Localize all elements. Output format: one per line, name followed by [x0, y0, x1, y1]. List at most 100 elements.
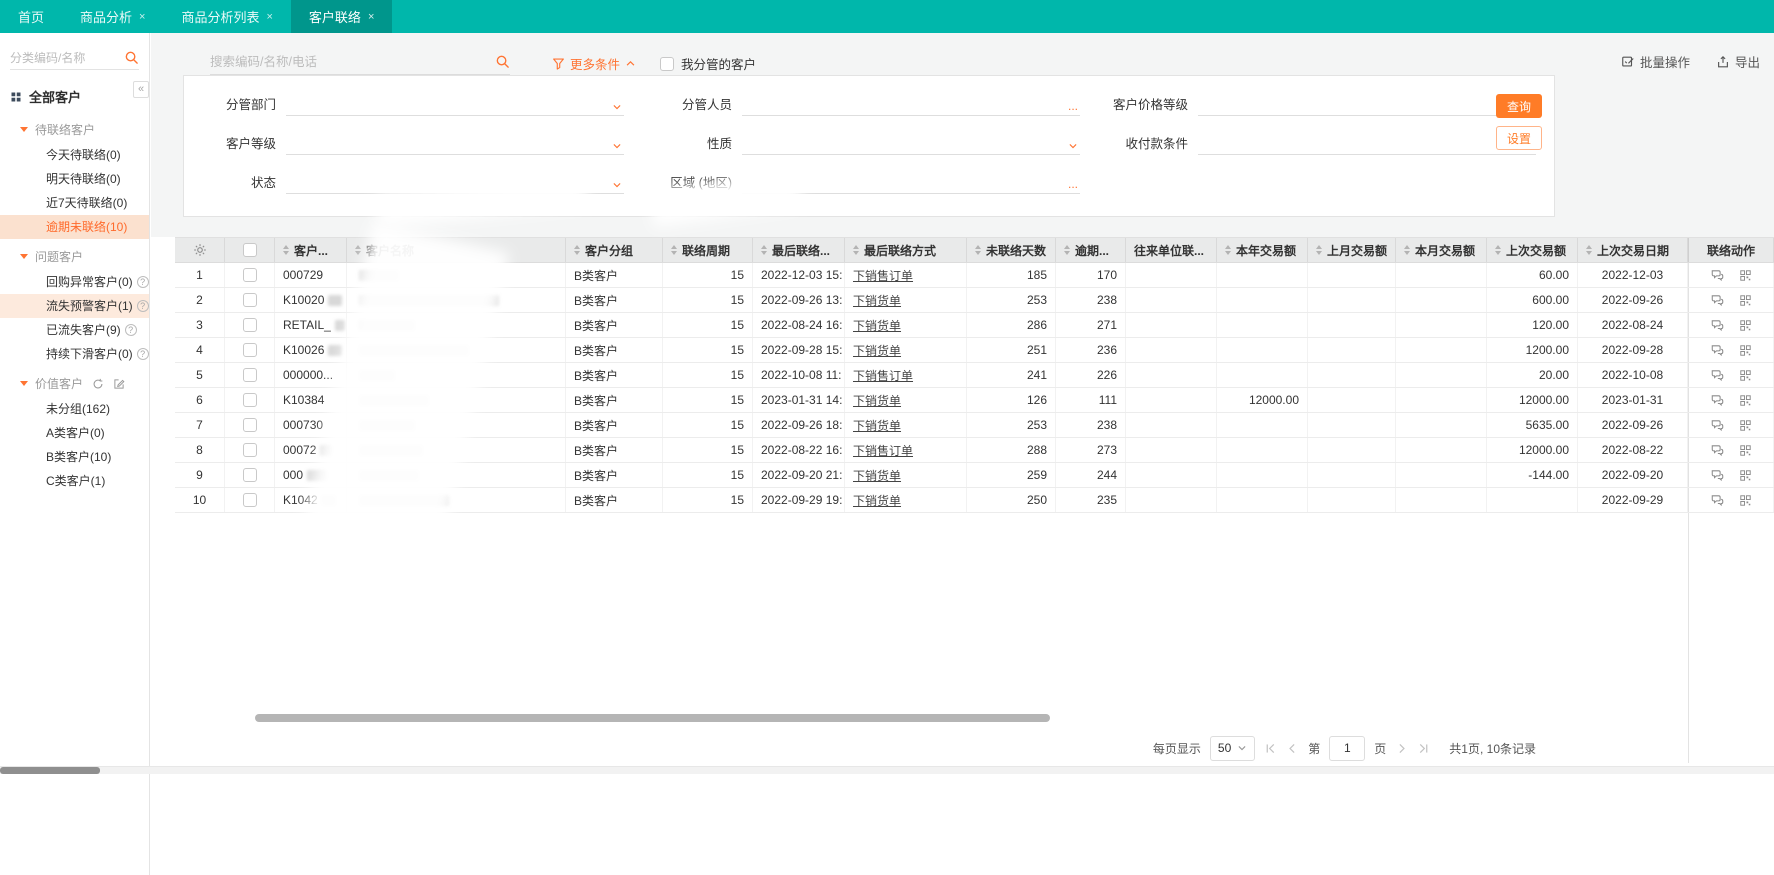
contact-grid-icon[interactable]	[1739, 494, 1752, 507]
col-header-rownum[interactable]	[175, 238, 225, 262]
contact-grid-icon[interactable]	[1739, 319, 1752, 332]
more-conditions-toggle[interactable]: 更多条件	[552, 54, 636, 73]
prev-page-button[interactable]	[1286, 742, 1299, 755]
column-settings-gear-icon[interactable]	[193, 243, 207, 257]
tree-item-未分组(162)[interactable]: 未分组(162)	[0, 397, 149, 421]
tree-item-持续下滑客户(0)[interactable]: 持续下滑客户(0)?	[0, 342, 149, 366]
filter-input-区域 (地区)[interactable]: ...	[742, 170, 1080, 194]
col-header-overdue[interactable]: 逾期...	[1056, 238, 1126, 262]
col-header-cycle[interactable]: 联络周期	[663, 238, 753, 262]
tab-close-icon[interactable]: ×	[368, 11, 374, 23]
row-checkbox[interactable]	[242, 268, 257, 282]
col-header-days[interactable]: 未联络天数	[967, 238, 1056, 262]
ellipsis-lookup-icon[interactable]: ...	[1068, 100, 1078, 112]
col-header-last_contact[interactable]: 最后联络...	[753, 238, 845, 262]
contact-chat-icon[interactable]	[1710, 393, 1725, 407]
page-input[interactable]	[1329, 735, 1366, 761]
row-checkbox[interactable]	[242, 343, 257, 357]
contact-chat-icon[interactable]	[1710, 418, 1725, 432]
row-checkbox[interactable]	[242, 418, 257, 432]
filter-input-收付款条件[interactable]	[1198, 131, 1536, 155]
tree-item-已流失客户(9)[interactable]: 已流失客户(9)?	[0, 318, 149, 342]
contact-chat-icon[interactable]	[1710, 493, 1725, 507]
tree-item-近7天待联络(0)[interactable]: 近7天待联络(0)	[0, 191, 149, 215]
tab-商品分析[interactable]: 商品分析 ×	[62, 0, 163, 33]
contact-chat-icon[interactable]	[1710, 468, 1725, 482]
contact-method-link[interactable]: 下销售订单	[853, 442, 913, 459]
my-customers-checkbox[interactable]	[660, 56, 674, 71]
search-icon[interactable]	[495, 54, 510, 69]
contact-method-link[interactable]: 下销售订单	[853, 267, 913, 284]
tree-item-逾期未联络(10)[interactable]: 逾期未联络(10)	[0, 215, 149, 239]
col-header-last_date[interactable]: 上次交易日期	[1578, 238, 1688, 262]
filter-input-状态[interactable]	[286, 170, 624, 194]
tab-close-icon[interactable]: ×	[139, 11, 145, 23]
contact-grid-icon[interactable]	[1739, 344, 1752, 357]
first-page-button[interactable]	[1264, 742, 1277, 755]
row-checkbox[interactable]	[242, 318, 257, 332]
page-scrollbar-thumb[interactable]	[0, 767, 100, 774]
tree-group-价值客户[interactable]: 价值客户	[0, 366, 149, 397]
contact-chat-icon[interactable]	[1710, 368, 1725, 382]
col-header-this_month_amt[interactable]: 本月交易额	[1396, 238, 1487, 262]
col-header-group[interactable]: 客户分组	[566, 238, 663, 262]
tree-item-流失预警客户(1)[interactable]: 流失预警客户(1)?	[0, 294, 149, 318]
contact-method-link[interactable]: 下销货单	[853, 417, 901, 434]
contact-method-link[interactable]: 下销货单	[853, 467, 901, 484]
filter-input-性质[interactable]	[742, 131, 1080, 155]
contact-method-link[interactable]: 下销货单	[853, 342, 901, 359]
row-checkbox[interactable]	[242, 443, 257, 457]
contact-method-link[interactable]: 下销货单	[853, 317, 901, 334]
export-button[interactable]: 导出	[1716, 52, 1760, 71]
contact-grid-icon[interactable]	[1739, 394, 1752, 407]
per-page-select[interactable]: 50	[1209, 735, 1256, 761]
chevron-down-icon[interactable]	[612, 102, 622, 112]
tree-group-问题客户[interactable]: 问题客户	[0, 239, 149, 270]
tab-客户联络[interactable]: 客户联络 ×	[290, 0, 393, 33]
filter-input-分管人员[interactable]: ...	[742, 92, 1080, 116]
contact-grid-icon[interactable]	[1739, 369, 1752, 382]
settings-button[interactable]: 设置	[1496, 126, 1542, 150]
sidebar-collapse-button[interactable]: «	[133, 81, 149, 98]
col-header-method[interactable]: 最后联络方式	[845, 238, 967, 262]
batch-operations-button[interactable]: 批量操作	[1621, 52, 1690, 71]
contact-method-link[interactable]: 下销售订单	[853, 367, 913, 384]
tab-首页[interactable]: 首页	[0, 0, 62, 33]
contact-grid-icon[interactable]	[1739, 444, 1752, 457]
col-header-name[interactable]: 客户名称	[347, 238, 566, 262]
col-header-check[interactable]	[225, 238, 275, 262]
customer-search-input[interactable]	[210, 54, 495, 69]
chevron-down-icon[interactable]	[1068, 141, 1078, 151]
contact-method-link[interactable]: 下销货单	[853, 392, 901, 409]
my-customers-filter[interactable]: 我分管的客户	[660, 54, 756, 73]
contact-method-link[interactable]: 下销货单	[853, 492, 901, 509]
next-page-button[interactable]	[1395, 742, 1408, 755]
ellipsis-lookup-icon[interactable]: ...	[1068, 178, 1078, 190]
col-header-last_amt[interactable]: 上次交易额	[1487, 238, 1578, 262]
tree-item-B类客户(10)[interactable]: B类客户(10)	[0, 445, 149, 469]
contact-grid-icon[interactable]	[1739, 294, 1752, 307]
contact-chat-icon[interactable]	[1710, 443, 1725, 457]
row-checkbox[interactable]	[242, 468, 257, 482]
col-header-last_month_amt[interactable]: 上月交易额	[1308, 238, 1396, 262]
contact-grid-icon[interactable]	[1739, 419, 1752, 432]
row-checkbox[interactable]	[242, 368, 257, 382]
tree-item-明天待联络(0)[interactable]: 明天待联络(0)	[0, 167, 149, 191]
tree-item-C类客户(1)[interactable]: C类客户(1)	[0, 469, 149, 493]
edit-icon[interactable]	[113, 378, 125, 390]
tree-group-待联络客户[interactable]: 待联络客户	[0, 112, 149, 143]
col-header-year_amt[interactable]: 本年交易额	[1217, 238, 1308, 262]
filter-input-客户等级[interactable]	[286, 131, 624, 155]
tab-商品分析列表[interactable]: 商品分析列表 ×	[163, 0, 290, 33]
contact-grid-icon[interactable]	[1739, 469, 1752, 482]
row-checkbox[interactable]	[242, 393, 257, 407]
horizontal-scrollbar[interactable]	[255, 714, 1050, 722]
select-all-checkbox[interactable]	[242, 243, 257, 257]
refresh-icon[interactable]	[92, 378, 104, 390]
query-button[interactable]: 查询	[1496, 94, 1542, 118]
row-checkbox[interactable]	[242, 493, 257, 507]
last-page-button[interactable]	[1417, 742, 1430, 755]
contact-grid-icon[interactable]	[1739, 269, 1752, 282]
contact-method-link[interactable]: 下销货单	[853, 292, 901, 309]
chevron-down-icon[interactable]	[612, 141, 622, 151]
